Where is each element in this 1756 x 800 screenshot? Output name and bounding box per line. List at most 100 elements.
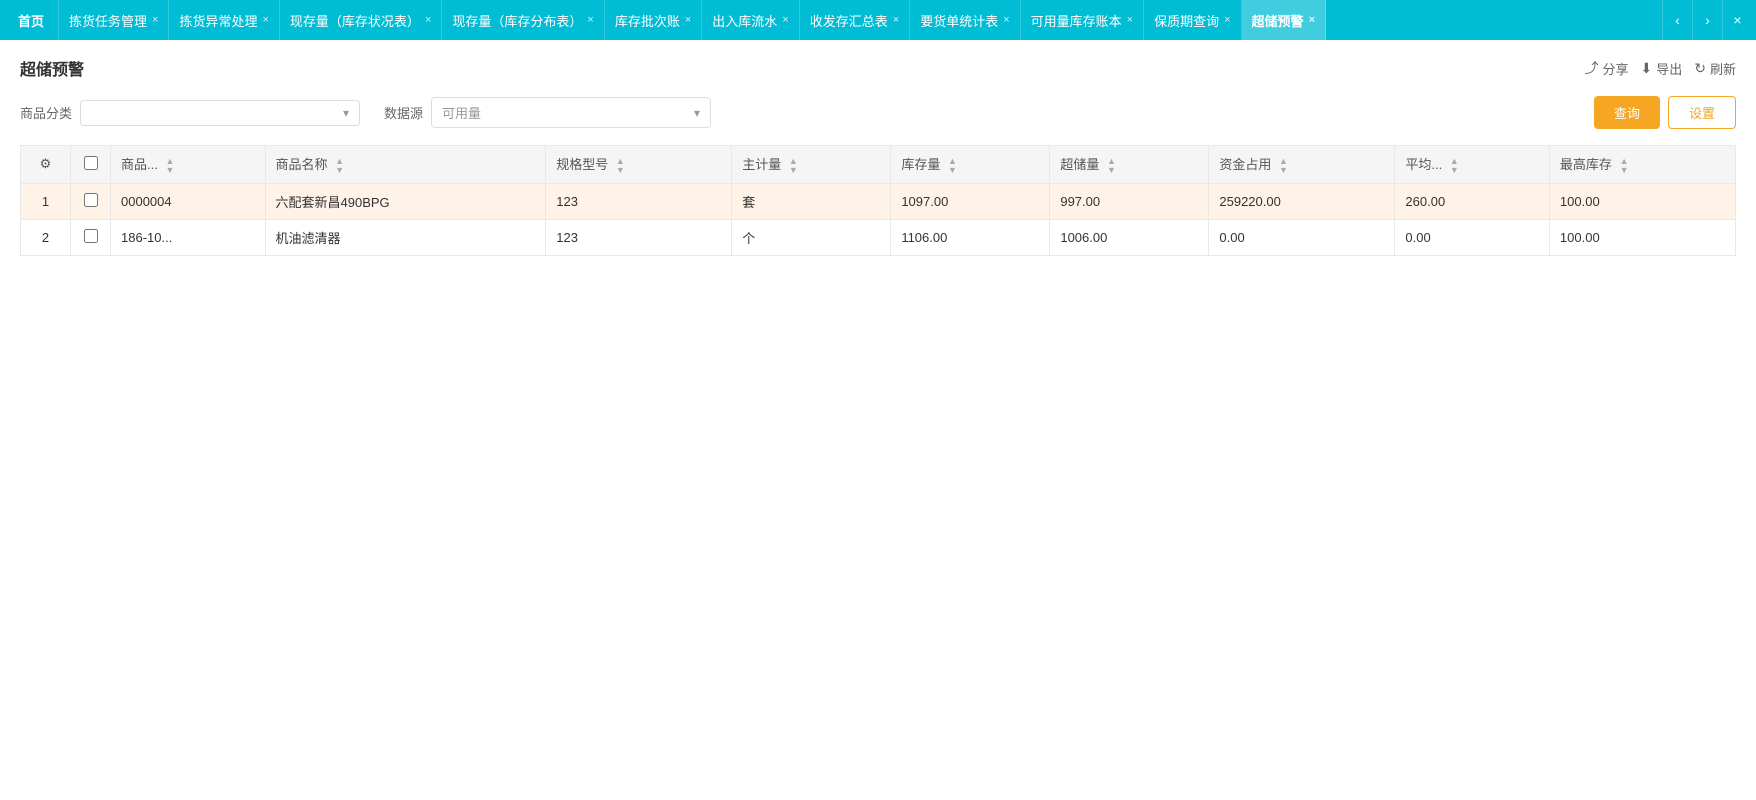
refresh-button[interactable]: ↻ 刷新 xyxy=(1694,59,1736,78)
row-unit: 套 xyxy=(732,183,891,219)
datasource-select-value: 可用量 xyxy=(442,103,481,122)
row-name: 六配套新昌490BPG xyxy=(265,183,546,219)
query-button[interactable]: 查询 xyxy=(1594,96,1660,129)
col-header-code[interactable]: 商品... ▲▼ xyxy=(111,146,266,184)
row-overflow: 997.00 xyxy=(1050,183,1209,219)
share-button[interactable]: ⤴ 分享 xyxy=(1584,58,1628,78)
category-label: 商品分类 xyxy=(20,103,72,122)
row-spec: 123 xyxy=(546,183,732,219)
row-checkbox-cell[interactable] xyxy=(71,183,111,219)
tab-出入库流水[interactable]: 出入库流水 × xyxy=(702,0,799,40)
tab-超储预警[interactable]: 超储预警 × xyxy=(1242,0,1326,40)
row-stock: 1097.00 xyxy=(891,183,1050,219)
sort-icon: ▲▼ xyxy=(1450,157,1459,175)
row-seq: 1 xyxy=(21,183,71,219)
col-header-name[interactable]: 商品名称 ▲▼ xyxy=(265,146,546,184)
table-row: 1 0000004 六配套新昌490BPG 123 套 1097.00 997.… xyxy=(21,183,1736,219)
tab-close-icon[interactable]: × xyxy=(425,14,431,26)
tab-close-icon[interactable]: × xyxy=(782,14,788,26)
top-navigation: 首页 拣货任务管理 × 拣货异常处理 × 现存量（库存状况表） × 现存量（库存… xyxy=(0,0,1756,40)
tab-可用量库存账本[interactable]: 可用量库存账本 × xyxy=(1021,0,1144,40)
col-header-spec[interactable]: 规格型号 ▲▼ xyxy=(546,146,732,184)
row-max: 100.00 xyxy=(1549,219,1735,255)
sort-icon: ▲▼ xyxy=(1107,157,1116,175)
tab-close-icon[interactable]: × xyxy=(1003,14,1009,26)
sort-icon: ▲▼ xyxy=(616,157,625,175)
page-title: 超储预警 xyxy=(20,56,84,80)
tab-close-icon[interactable]: × xyxy=(1127,14,1133,26)
sort-icon: ▲▼ xyxy=(1279,157,1288,175)
export-button[interactable]: ⬇ 导出 xyxy=(1641,59,1683,78)
datasource-label: 数据源 xyxy=(384,103,423,122)
col-header-capital[interactable]: 资金占用 ▲▼ xyxy=(1209,146,1395,184)
main-content: 超储预警 ⤴ 分享 ⬇ 导出 ↻ 刷新 商品分类 ▾ 数据源 xyxy=(0,40,1756,800)
export-icon: ⬇ xyxy=(1641,60,1653,77)
row-stock: 1106.00 xyxy=(891,219,1050,255)
row-unit: 个 xyxy=(732,219,891,255)
select-all-checkbox[interactable] xyxy=(84,156,98,170)
nav-arrows: ‹ › × xyxy=(1662,0,1752,40)
row-capital: 259220.00 xyxy=(1209,183,1395,219)
category-filter: 商品分类 ▾ xyxy=(20,100,360,126)
category-dropdown-icon: ▾ xyxy=(343,106,349,120)
tab-close-icon[interactable]: × xyxy=(262,14,268,26)
sort-icon: ▲▼ xyxy=(1620,157,1629,175)
col-header-avg[interactable]: 平均... ▲▼ xyxy=(1395,146,1550,184)
tab-close-icon[interactable]: × xyxy=(893,14,899,26)
datasource-dropdown-icon: ▾ xyxy=(694,106,700,120)
datasource-select[interactable]: 可用量 ▾ xyxy=(431,97,711,128)
tab-收发存汇总表[interactable]: 收发存汇总表 × xyxy=(800,0,910,40)
gear-icon: ⚙ xyxy=(40,156,52,171)
tab-拣货异常处理[interactable]: 拣货异常处理 × xyxy=(169,0,279,40)
row-code: 0000004 xyxy=(111,183,266,219)
tab-close-icon[interactable]: × xyxy=(587,14,593,26)
col-header-unit[interactable]: 主计量 ▲▼ xyxy=(732,146,891,184)
row-spec: 123 xyxy=(546,219,732,255)
row-avg: 260.00 xyxy=(1395,183,1550,219)
tab-要货单统计表[interactable]: 要货单统计表 × xyxy=(910,0,1020,40)
filter-actions: 查询 设置 xyxy=(1594,96,1736,129)
row-checkbox[interactable] xyxy=(84,193,98,207)
sort-icon: ▲▼ xyxy=(165,157,174,175)
col-gear[interactable]: ⚙ xyxy=(21,146,71,184)
tab-close-icon[interactable]: × xyxy=(1309,14,1315,26)
nav-home[interactable]: 首页 xyxy=(4,0,59,40)
row-seq: 2 xyxy=(21,219,71,255)
sort-icon: ▲▼ xyxy=(789,157,798,175)
tab-拣货任务管理[interactable]: 拣货任务管理 × xyxy=(59,0,169,40)
row-checkbox[interactable] xyxy=(84,229,98,243)
nav-arrow-left[interactable]: ‹ xyxy=(1662,0,1692,40)
tab-现存量库存分布表[interactable]: 现存量（库存分布表） × xyxy=(442,0,604,40)
data-table: ⚙ 商品... ▲▼ 商品名称 ▲▼ 规格型号 ▲▼ 主计 xyxy=(20,145,1736,256)
col-header-stock[interactable]: 库存量 ▲▼ xyxy=(891,146,1050,184)
filter-row: 商品分类 ▾ 数据源 可用量 ▾ 查询 设置 xyxy=(20,96,1736,129)
datasource-filter: 数据源 可用量 ▾ xyxy=(384,97,711,128)
row-capital: 0.00 xyxy=(1209,219,1395,255)
tab-现存量库存状况表[interactable]: 现存量（库存状况表） × xyxy=(280,0,442,40)
row-checkbox-cell[interactable] xyxy=(71,219,111,255)
col-header-overflow[interactable]: 超储量 ▲▼ xyxy=(1050,146,1209,184)
header-actions: ⤴ 分享 ⬇ 导出 ↻ 刷新 xyxy=(1584,58,1736,78)
settings-button[interactable]: 设置 xyxy=(1668,96,1736,129)
tab-保质期查询[interactable]: 保质期查询 × xyxy=(1144,0,1241,40)
refresh-icon: ↻ xyxy=(1694,60,1706,77)
row-avg: 0.00 xyxy=(1395,219,1550,255)
col-header-max[interactable]: 最高库存 ▲▼ xyxy=(1549,146,1735,184)
share-icon: ⤴ xyxy=(1584,58,1598,78)
row-overflow: 1006.00 xyxy=(1050,219,1209,255)
sort-icon: ▲▼ xyxy=(335,157,344,175)
page-header: 超储预警 ⤴ 分享 ⬇ 导出 ↻ 刷新 xyxy=(20,56,1736,80)
tab-close-icon[interactable]: × xyxy=(1224,14,1230,26)
row-name: 机油滤清器 xyxy=(265,219,546,255)
category-select[interactable]: ▾ xyxy=(80,100,360,126)
sort-icon: ▲▼ xyxy=(948,157,957,175)
col-select-all[interactable] xyxy=(71,146,111,184)
nav-arrow-right[interactable]: › xyxy=(1692,0,1722,40)
row-code: 186-10... xyxy=(111,219,266,255)
tab-close-icon[interactable]: × xyxy=(152,14,158,26)
table-header-row: ⚙ 商品... ▲▼ 商品名称 ▲▼ 规格型号 ▲▼ 主计 xyxy=(21,146,1736,184)
nav-arrow-close[interactable]: × xyxy=(1722,0,1752,40)
tab-close-icon[interactable]: × xyxy=(685,14,691,26)
table-row: 2 186-10... 机油滤清器 123 个 1106.00 1006.00 … xyxy=(21,219,1736,255)
tab-库存批次账[interactable]: 库存批次账 × xyxy=(605,0,702,40)
